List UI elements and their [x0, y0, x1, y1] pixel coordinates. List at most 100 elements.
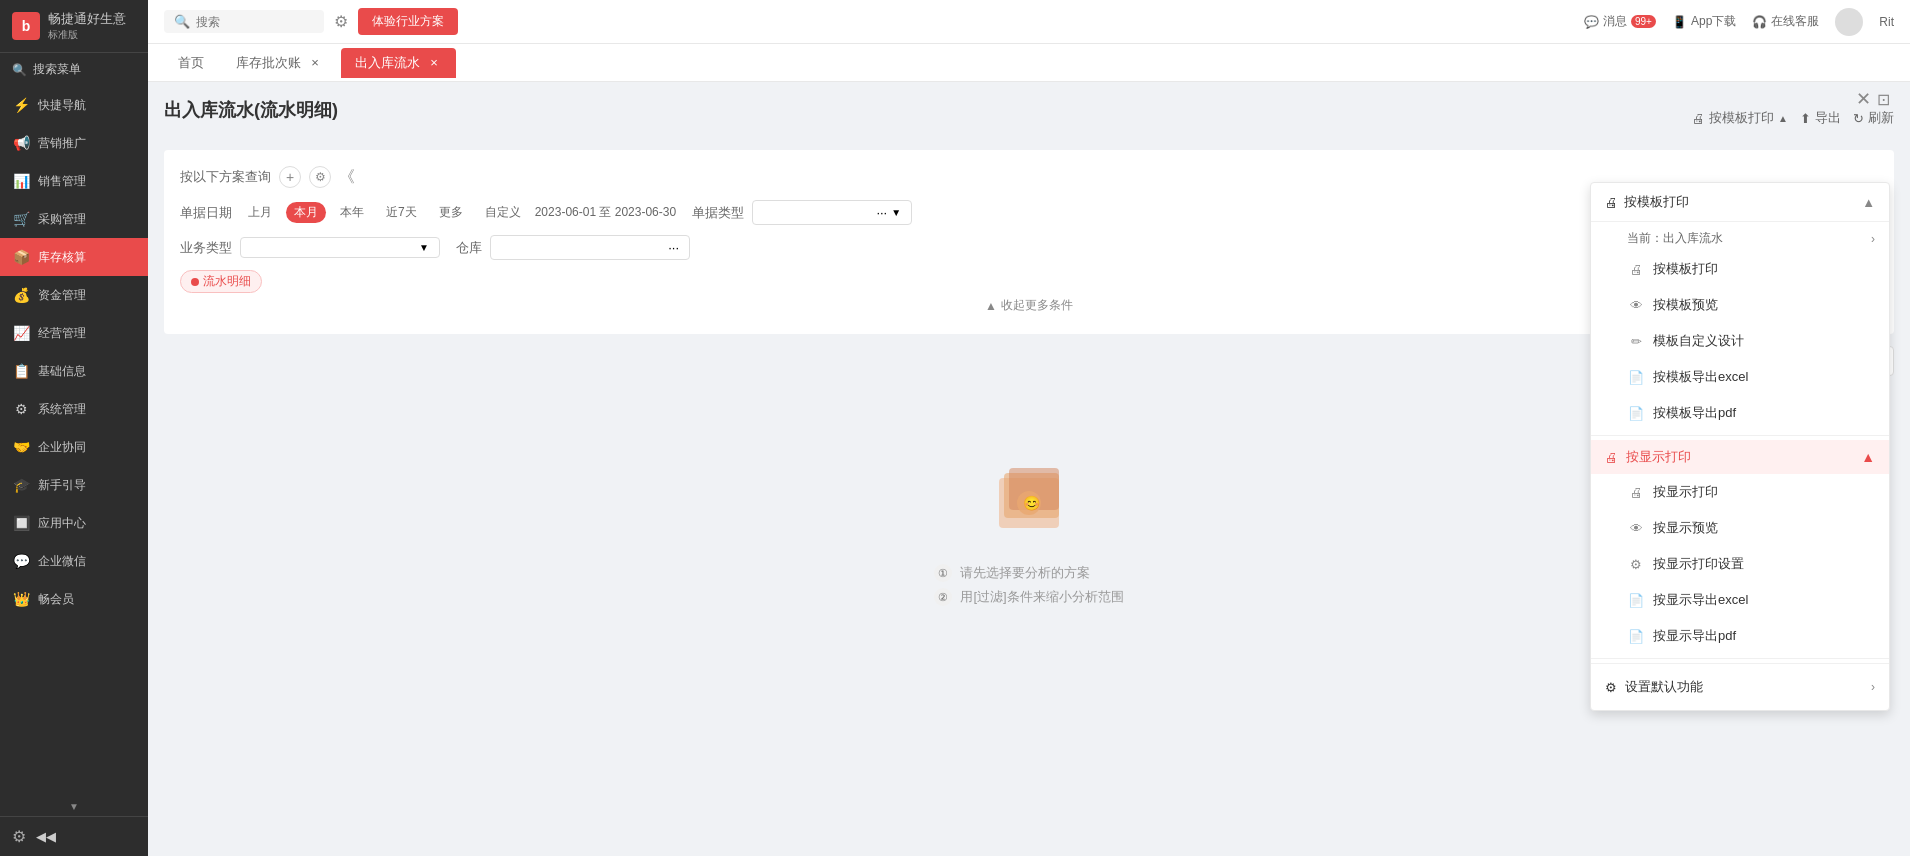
industry-btn[interactable]: 体验行业方案: [358, 8, 458, 35]
search-icon: 🔍: [12, 63, 27, 77]
tab-bar: ✕ ⊡ 首页库存批次账×出入库流水×: [148, 44, 1910, 82]
display-print-icon: 🖨: [1605, 450, 1618, 465]
topbar-search-box[interactable]: 🔍: [164, 10, 324, 33]
sidebar-search[interactable]: 🔍 搜索菜单: [0, 53, 148, 86]
date-opt-custom[interactable]: 自定义: [477, 202, 529, 223]
empty-step-1: ① 请先选择要分析的方案: [934, 564, 1123, 582]
divider-2: [1591, 658, 1889, 659]
sidebar-item-vip[interactable]: 👑畅会员: [0, 580, 148, 618]
label-template-print: 按模板打印: [1653, 260, 1718, 278]
sidebar-item-cooperation[interactable]: 🤝企业协同: [0, 428, 148, 466]
sidebar-item-marketing[interactable]: 📢营销推广: [0, 124, 148, 162]
biztype-select[interactable]: ▼: [240, 237, 440, 258]
icon-template-preview: 👁: [1627, 296, 1645, 314]
topbar-settings-icon[interactable]: ⚙: [334, 12, 348, 31]
sidebar-item-finance[interactable]: 💰资金管理: [0, 276, 148, 314]
tab-close-in-out-flow[interactable]: ×: [426, 55, 442, 71]
refresh-btn[interactable]: ↻ 刷新: [1853, 109, 1894, 127]
topbar-app-download[interactable]: 📱 App下载: [1672, 13, 1736, 30]
label-template-custom: 模板自定义设计: [1653, 332, 1744, 350]
sidebar-item-purchase[interactable]: 🛒采购管理: [0, 200, 148, 238]
sidebar-item-basic-info[interactable]: 📋基础信息: [0, 352, 148, 390]
icon-template-export-excel: 📄: [1627, 368, 1645, 386]
biztype-label: 业务类型: [180, 239, 232, 257]
dropdown-item-display-print-settings[interactable]: ⚙按显示打印设置: [1591, 546, 1889, 582]
tab-label-in-out-flow: 出入库流水: [355, 54, 420, 72]
nav-label-guide: 新手引导: [38, 477, 86, 494]
filter-settings-btn[interactable]: ⚙: [309, 166, 331, 188]
nav-icon-marketing: 📢: [12, 134, 30, 152]
sidebar-bottom: ⚙ ◀◀: [0, 816, 148, 856]
tab-label-home: 首页: [178, 54, 204, 72]
icon-template-print: 🖨: [1627, 260, 1645, 278]
avatar[interactable]: [1835, 8, 1863, 36]
nav-icon-finance: 💰: [12, 286, 30, 304]
date-options: 上月本月本年近7天更多自定义2023-06-01 至 2023-06-30: [240, 202, 676, 223]
empty-steps: ① 请先选择要分析的方案 ② 用[过滤]条件来缩小分析范围: [934, 564, 1123, 612]
set-default-btn[interactable]: ⚙ 设置默认功能 ›: [1605, 672, 1875, 702]
dropdown-item-template-print[interactable]: 🖨 按模板打印: [1591, 251, 1889, 287]
set-default-chevron: ›: [1871, 680, 1875, 694]
nav-icon-system: ⚙: [12, 400, 30, 418]
dropdown-item-template-preview[interactable]: 👁按模板预览: [1591, 287, 1889, 323]
tab-home[interactable]: 首页: [164, 48, 218, 78]
export-btn[interactable]: ⬆ 导出: [1800, 109, 1841, 127]
dropdown-item-display-export-excel[interactable]: 📄按显示导出excel: [1591, 582, 1889, 618]
filter-add-btn[interactable]: +: [279, 166, 301, 188]
sidebar-item-sales[interactable]: 📊销售管理: [0, 162, 148, 200]
tab-batch-account[interactable]: 库存批次账 ×: [222, 48, 337, 78]
dropdown-print-icon: 🖨: [1605, 195, 1618, 210]
date-opt-last-month[interactable]: 上月: [240, 202, 280, 223]
dropdown-item-template-export-excel[interactable]: 📄 按模板导出excel: [1591, 359, 1889, 395]
filter-collapse-btn[interactable]: 《: [339, 167, 355, 188]
app-icon: 📱: [1672, 15, 1687, 29]
sidebar-item-operations[interactable]: 📈经营管理: [0, 314, 148, 352]
topbar-message[interactable]: 💬 消息 99+: [1584, 13, 1656, 30]
print-dropdown: 🖨 按模板打印 ▲ 当前：出入库流水 › 🖨 按模板打印👁按模板预览✏模板自定义设…: [1590, 182, 1890, 711]
dropdown-item-display-export-pdf[interactable]: 📄按显示导出pdf: [1591, 618, 1889, 654]
sidebar-gear-icon[interactable]: ⚙: [12, 827, 26, 846]
dropdown-display-items: 🖨按显示打印👁按显示预览⚙按显示打印设置📄按显示导出excel📄按显示导出pdf: [1591, 474, 1889, 654]
topbar-customer-service[interactable]: 🎧 在线客服: [1752, 13, 1819, 30]
print-btn[interactable]: 🖨 按模板打印 ▲: [1692, 109, 1788, 127]
dropdown-display-header[interactable]: 🖨 按显示打印 ▲: [1591, 440, 1889, 474]
date-opt-this-year[interactable]: 本年: [332, 202, 372, 223]
sidebar-scroll-down[interactable]: ▼: [0, 797, 148, 816]
export-icon: ⬆: [1800, 111, 1811, 126]
date-opt-last-7[interactable]: 近7天: [378, 202, 425, 223]
filter-tag: 流水明细: [180, 270, 262, 293]
label-display-print: 按显示打印: [1653, 483, 1718, 501]
sidebar-item-inventory[interactable]: 📦库存核算: [0, 238, 148, 276]
dropdown-item-display-print[interactable]: 🖨按显示打印: [1591, 474, 1889, 510]
dropdown-current: 当前：出入库流水 ›: [1591, 222, 1889, 251]
sidebar-item-app-center[interactable]: 🔲应用中心: [0, 504, 148, 542]
topbar-search-input[interactable]: [196, 15, 314, 29]
date-opt-this-month[interactable]: 本月: [286, 202, 326, 223]
label-display-print-settings: 按显示打印设置: [1653, 555, 1744, 573]
tab-in-out-flow[interactable]: 出入库流水 ×: [341, 48, 456, 78]
sidebar-item-system[interactable]: ⚙系统管理: [0, 390, 148, 428]
nav-icon-sales: 📊: [12, 172, 30, 190]
dropdown-item-display-preview[interactable]: 👁按显示预览: [1591, 510, 1889, 546]
sidebar-item-wecom[interactable]: 💬企业微信: [0, 542, 148, 580]
dropdown-item-template-custom[interactable]: ✏模板自定义设计: [1591, 323, 1889, 359]
dropdown-display-title: 🖨 按显示打印: [1605, 448, 1691, 466]
sidebar-item-guide[interactable]: 🎓新手引导: [0, 466, 148, 504]
message-icon: 💬: [1584, 15, 1599, 29]
divider-1: [1591, 435, 1889, 436]
doctype-select[interactable]: ··· ▼: [752, 200, 912, 225]
icon-display-preview: 👁: [1627, 519, 1645, 537]
sidebar-nav: ⚡快捷导航📢营销推广📊销售管理🛒采购管理📦库存核算💰资金管理📈经营管理📋基础信息…: [0, 86, 148, 797]
page-content: 出入库流水(流水明细) 🖨 按模板打印 ▲ ⬆ 导出 ↻ 刷新: [148, 82, 1910, 856]
label-template-export-excel: 按模板导出excel: [1653, 368, 1748, 386]
dropdown-item-template-export-pdf[interactable]: 📄按模板导出pdf: [1591, 395, 1889, 431]
date-opt-more[interactable]: 更多: [431, 202, 471, 223]
nav-icon-operations: 📈: [12, 324, 30, 342]
dropdown-footer: ⚙ 设置默认功能 ›: [1591, 663, 1889, 710]
sidebar-item-quick-nav[interactable]: ⚡快捷导航: [0, 86, 148, 124]
tab-label-batch-account: 库存批次账: [236, 54, 301, 72]
warehouse-select[interactable]: ···: [490, 235, 690, 260]
tab-close-batch-account[interactable]: ×: [307, 55, 323, 71]
sidebar-collapse-icon[interactable]: ◀◀: [36, 829, 56, 844]
dropdown-chevron-up-icon[interactable]: ▲: [1862, 195, 1875, 210]
